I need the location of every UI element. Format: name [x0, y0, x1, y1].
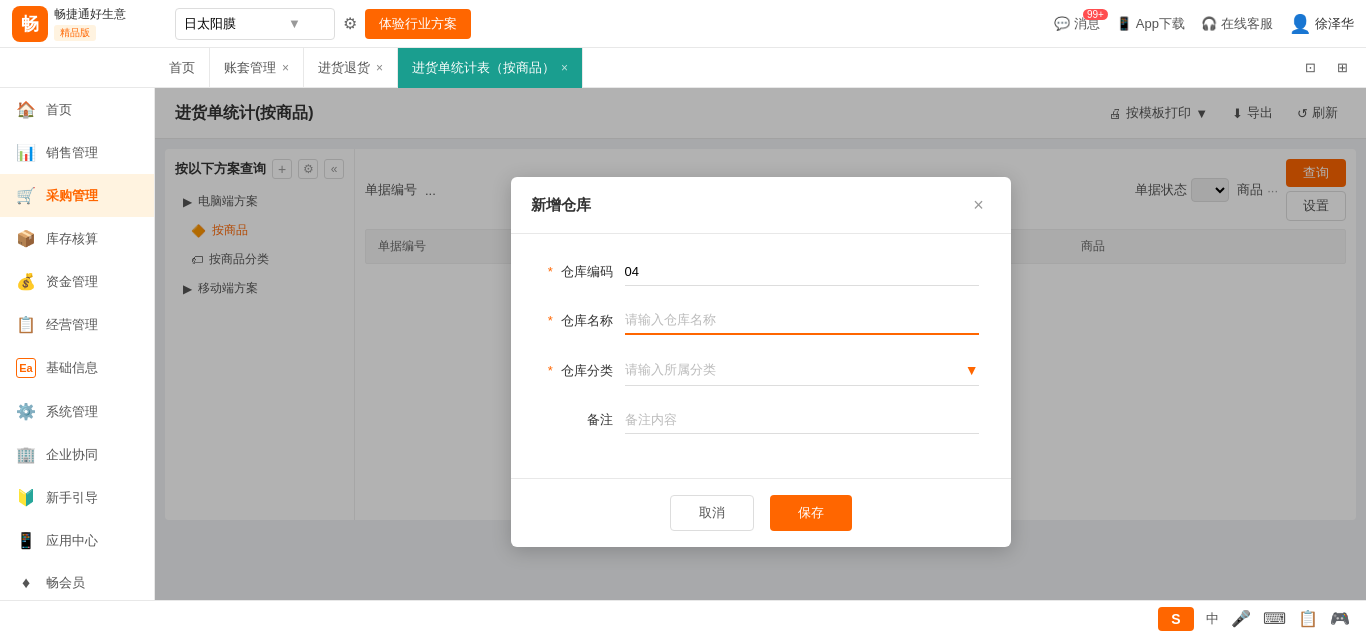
s-logo: S [1158, 607, 1194, 631]
logo-area: 畅 畅捷通好生意 精品版 [12, 6, 167, 42]
tab-action-restore[interactable]: ⊡ [1298, 56, 1322, 80]
sidebar-item-guide[interactable]: 🔰 新手引导 [0, 476, 154, 519]
system-icon: ⚙️ [16, 402, 36, 421]
type-dropdown-icon: ▼ [965, 362, 979, 378]
form-row-code: * 仓库编码 [543, 258, 979, 286]
sidebar-item-operations[interactable]: 📋 经营管理 [0, 303, 154, 346]
tab-purchase-return[interactable]: 进货退货 × [304, 48, 398, 88]
keyboard-icon[interactable]: ⌨ [1263, 609, 1286, 628]
bottom-bar: S 中 🎤 ⌨ 📋 🎮 [0, 600, 1366, 636]
app-center-icon: 📱 [16, 531, 36, 550]
purchase-icon: 🛒 [16, 186, 36, 205]
top-header: 畅 畅捷通好生意 精品版 ▼ ⚙ 体验行业方案 💬 消息 99+ 📱 App下载… [0, 0, 1366, 48]
tab-actions: ⊡ ⊞ [1298, 56, 1366, 80]
experience-btn[interactable]: 体验行业方案 [365, 9, 471, 39]
member-icon: ♦ [16, 574, 36, 592]
gamepad-icon[interactable]: 🎮 [1330, 609, 1350, 628]
inventory-icon: 📦 [16, 229, 36, 248]
logo-icon: 畅 [12, 6, 48, 42]
basic-info-icon: Ea [16, 358, 36, 378]
finance-icon: 💰 [16, 272, 36, 291]
save-button[interactable]: 保存 [770, 495, 852, 531]
form-row-type: * 仓库分类 请输入所属分类 ▼ [543, 355, 979, 386]
modal-add-warehouse: 新增仓库 × * 仓库编码 * [511, 177, 1011, 547]
home-icon: 🏠 [16, 100, 36, 119]
input-warehouse-name[interactable] [625, 306, 979, 335]
sidebar-item-purchase[interactable]: 🛒 采购管理 [0, 174, 154, 217]
sidebar-item-enterprise[interactable]: 🏢 企业协同 [0, 433, 154, 476]
input-warehouse-code[interactable] [625, 258, 979, 286]
cancel-button[interactable]: 取消 [670, 495, 754, 531]
modal-overlay: 新增仓库 × * 仓库编码 * [155, 88, 1366, 636]
sidebar: 🏠 首页 📊 销售管理 🛒 采购管理 📦 库存核算 💰 资金管理 📋 经营管理 … [0, 88, 155, 636]
logo-text: 畅捷通好生意 精品版 [54, 6, 126, 41]
main-layout: 🏠 首页 📊 销售管理 🛒 采购管理 📦 库存核算 💰 资金管理 📋 经营管理 … [0, 88, 1366, 636]
tab-action-fullscreen[interactable]: ⊞ [1330, 56, 1354, 80]
modal-header: 新增仓库 × [511, 177, 1011, 234]
lang-label: 中 [1206, 610, 1219, 628]
select-warehouse-type[interactable]: 请输入所属分类 ▼ [625, 355, 979, 386]
sales-icon: 📊 [16, 143, 36, 162]
input-remark[interactable] [625, 406, 979, 434]
sidebar-item-system[interactable]: ⚙️ 系统管理 [0, 390, 154, 433]
tab-purchase-stats[interactable]: 进货单统计表（按商品） × [398, 48, 583, 88]
sidebar-item-sales[interactable]: 📊 销售管理 [0, 131, 154, 174]
message-icon: 💬 [1054, 16, 1070, 31]
tab-accounts[interactable]: 账套管理 × [210, 48, 304, 88]
tab-close-purchase-stats[interactable]: × [561, 61, 568, 75]
app-download-btn[interactable]: 📱 App下载 [1116, 15, 1185, 33]
enterprise-icon: 🏢 [16, 445, 36, 464]
modal-close-btn[interactable]: × [967, 193, 991, 217]
tab-bar: 首页 账套管理 × 进货退货 × 进货单统计表（按商品） × ⊡ ⊞ [0, 48, 1366, 88]
sidebar-item-home[interactable]: 🏠 首页 [0, 88, 154, 131]
search-dropdown-icon[interactable]: ▼ [288, 16, 301, 31]
tab-home[interactable]: 首页 [155, 48, 210, 88]
sidebar-item-member[interactable]: ♦ 畅会员 [0, 562, 154, 604]
clipboard-icon[interactable]: 📋 [1298, 609, 1318, 628]
operations-icon: 📋 [16, 315, 36, 334]
header-right: 💬 消息 99+ 📱 App下载 🎧 在线客服 👤 徐泽华 [1054, 13, 1354, 35]
content-area: 进货单统计(按商品) 🖨 按模板打印 ▼ ⬇ 导出 ↺ 刷新 [155, 88, 1366, 636]
online-service-btn[interactable]: 🎧 在线客服 [1201, 15, 1273, 33]
label-name: * 仓库名称 [543, 312, 613, 330]
message-badge: 99+ [1083, 9, 1108, 20]
sidebar-item-basic-info[interactable]: Ea 基础信息 [0, 346, 154, 390]
sidebar-item-inventory[interactable]: 📦 库存核算 [0, 217, 154, 260]
tab-close-purchase-return[interactable]: × [376, 61, 383, 75]
label-type: * 仓库分类 [543, 362, 613, 380]
mic-icon[interactable]: 🎤 [1231, 609, 1251, 628]
form-row-name: * 仓库名称 [543, 306, 979, 335]
user-area[interactable]: 👤 徐泽华 [1289, 13, 1354, 35]
sidebar-item-finance[interactable]: 💰 资金管理 [0, 260, 154, 303]
tab-close-accounts[interactable]: × [282, 61, 289, 75]
headset-icon: 🎧 [1201, 16, 1217, 31]
guide-icon: 🔰 [16, 488, 36, 507]
message-btn[interactable]: 💬 消息 99+ [1054, 15, 1100, 33]
label-code: * 仓库编码 [543, 263, 613, 281]
modal-title: 新增仓库 [531, 196, 591, 215]
search-input[interactable] [184, 16, 284, 31]
search-bar[interactable]: ▼ [175, 8, 335, 40]
modal-footer: 取消 保存 [511, 478, 1011, 547]
sidebar-item-app-center[interactable]: 📱 应用中心 [0, 519, 154, 562]
settings-icon[interactable]: ⚙ [343, 14, 357, 33]
label-remark: 备注 [543, 411, 613, 429]
modal-body: * 仓库编码 * 仓库名称 [511, 234, 1011, 478]
phone-icon: 📱 [1116, 16, 1132, 31]
form-row-remark: 备注 [543, 406, 979, 434]
user-avatar-icon: 👤 [1289, 13, 1311, 35]
